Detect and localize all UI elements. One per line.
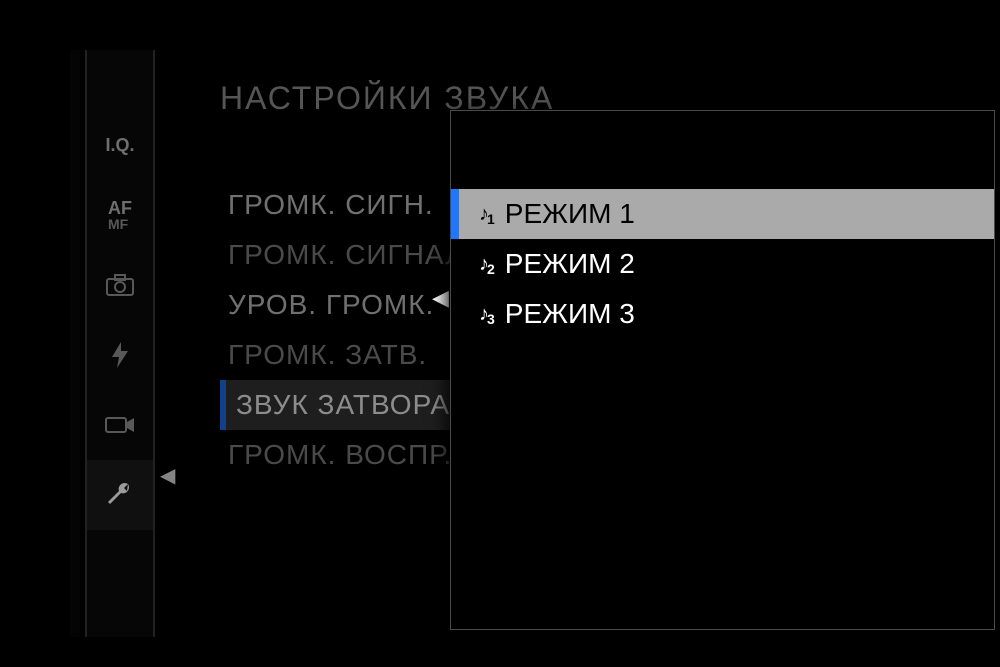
tab-iq[interactable]: I.Q. [87, 110, 153, 180]
submenu-item-label: РЕЖИМ 2 [505, 248, 635, 280]
note-icon: ♪2 [479, 253, 495, 276]
submenu-item-mode-2[interactable]: ♪2 РЕЖИМ 2 [451, 239, 994, 289]
tab-af-mf[interactable]: AF MF [87, 180, 153, 250]
flash-icon [110, 341, 130, 369]
tab-flash[interactable] [87, 320, 153, 390]
sidebar-pointer-icon: ◀ [160, 463, 175, 488]
tab-movie[interactable] [87, 390, 153, 460]
wrench-icon [106, 481, 134, 509]
tab-af-label: AF [108, 199, 132, 217]
tab-mf-label: MF [108, 217, 132, 231]
tab-setup[interactable] [87, 460, 153, 530]
submenu-popup: ♪1 РЕЖИМ 1 ♪2 РЕЖИМ 2 ♪3 РЕЖИМ 3 [450, 110, 995, 630]
video-icon [105, 415, 135, 435]
scrollbar-track [70, 50, 80, 637]
note-icon: ♪1 [479, 203, 495, 226]
sidebar: I.Q. AF MF [85, 50, 155, 637]
submenu-item-mode-3[interactable]: ♪3 РЕЖИМ 3 [451, 289, 994, 339]
submenu-pointer-icon: ◀ [432, 285, 449, 311]
camera-menu-screen: I.Q. AF MF ◀ НАСТРОЙКИ ЗВУКА ГРОМК. СИГН… [0, 0, 1000, 667]
note-icon: ♪3 [479, 303, 495, 326]
submenu-list: ♪1 РЕЖИМ 1 ♪2 РЕЖИМ 2 ♪3 РЕЖИМ 3 [451, 189, 994, 339]
submenu-item-label: РЕЖИМ 3 [505, 298, 635, 330]
tab-shooting[interactable] [87, 250, 153, 320]
submenu-item-mode-1[interactable]: ♪1 РЕЖИМ 1 [451, 189, 994, 239]
tab-iq-label: I.Q. [105, 136, 134, 154]
camera-icon [106, 274, 134, 296]
submenu-item-label: РЕЖИМ 1 [505, 198, 635, 230]
